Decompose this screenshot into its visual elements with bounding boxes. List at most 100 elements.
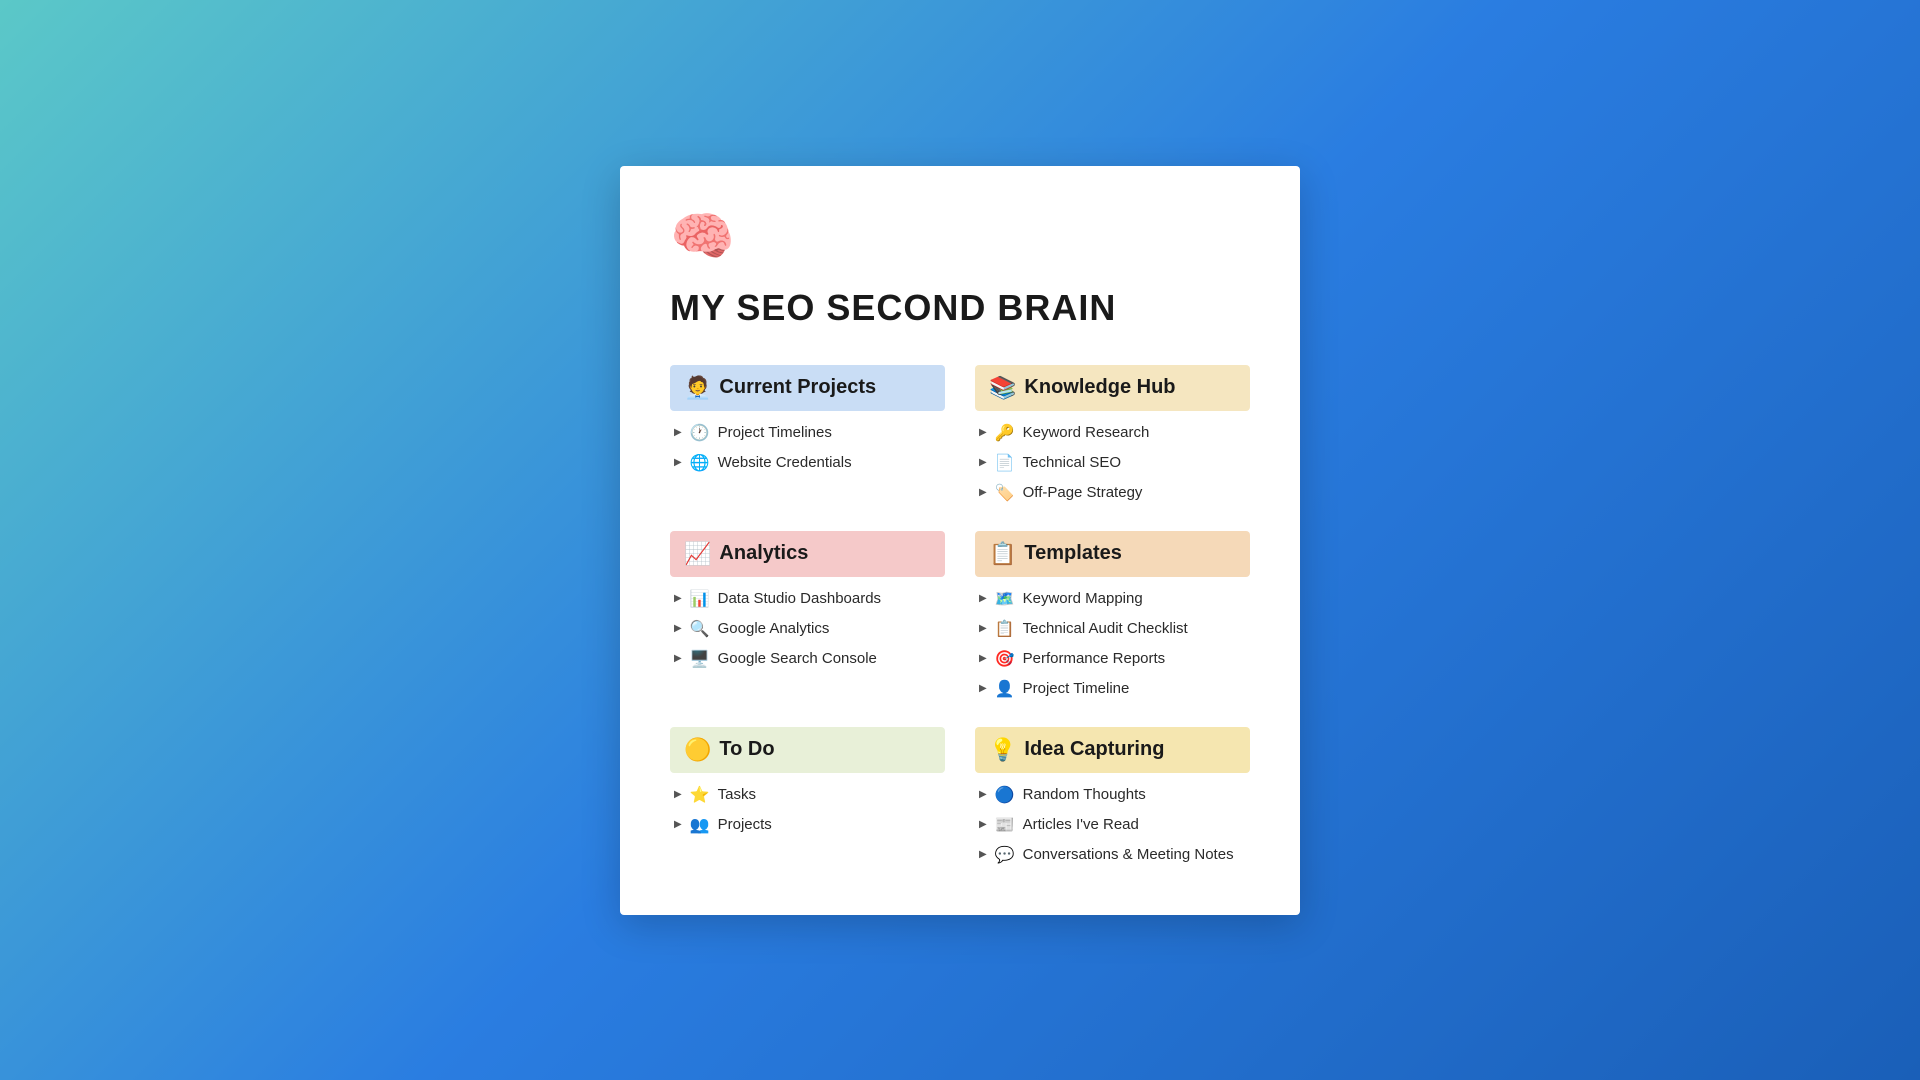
section-label-templates: Templates — [1024, 542, 1121, 565]
item-label: Technical SEO — [1023, 454, 1121, 471]
item-label: Project Timelines — [718, 424, 832, 441]
list-item[interactable]: ▶ 📰 Articles I've Read — [979, 815, 1250, 835]
item-label: Tasks — [718, 786, 756, 803]
item-label: Articles I've Read — [1023, 816, 1139, 833]
item-icon: 🔵 — [995, 785, 1015, 805]
list-item[interactable]: ▶ 📄 Technical SEO — [979, 453, 1250, 473]
list-item[interactable]: ▶ 🔵 Random Thoughts — [979, 785, 1250, 805]
arrow-icon: ▶ — [674, 819, 682, 830]
item-icon: 🌐 — [690, 453, 710, 473]
item-label: Random Thoughts — [1023, 786, 1146, 803]
item-label: Google Search Console — [718, 650, 877, 667]
section-icon-knowledge-hub: 📚 — [989, 375, 1016, 401]
arrow-icon: ▶ — [979, 849, 987, 860]
section-items-todo: ▶ ⭐ Tasks ▶ 👥 Projects — [670, 785, 945, 835]
item-icon: 🔑 — [995, 423, 1015, 443]
item-icon: 🏷️ — [995, 483, 1015, 503]
arrow-icon: ▶ — [674, 789, 682, 800]
list-item[interactable]: ▶ 👤 Project Timeline — [979, 679, 1250, 699]
section-icon-analytics: 📈 — [684, 541, 711, 567]
item-icon: 📰 — [995, 815, 1015, 835]
sections-grid: 🧑‍💼 Current Projects ▶ 🕐 Project Timelines ▶ 🌐… — [670, 365, 1250, 865]
item-icon: 🎯 — [995, 649, 1015, 669]
list-item[interactable]: ▶ 📊 Data Studio Dashboards — [674, 589, 945, 609]
arrow-icon: ▶ — [979, 819, 987, 830]
item-label: Keyword Research — [1023, 424, 1150, 441]
arrow-icon: ▶ — [979, 593, 987, 604]
item-label: Google Analytics — [718, 620, 830, 637]
section-label-knowledge-hub: Knowledge Hub — [1024, 376, 1175, 399]
arrow-icon: ▶ — [979, 427, 987, 438]
section-idea-capturing: 💡 Idea Capturing ▶ 🔵 Random Thoughts ▶ 📰 Articl… — [975, 727, 1250, 865]
list-item[interactable]: ▶ 🔑 Keyword Research — [979, 423, 1250, 443]
list-item[interactable]: ▶ 👥 Projects — [674, 815, 945, 835]
section-analytics: 📈 Analytics ▶ 📊 Data Studio Dashboards ▶ 🔍 Goog… — [670, 531, 945, 699]
item-icon: 🔍 — [690, 619, 710, 639]
list-item[interactable]: ▶ 🎯 Performance Reports — [979, 649, 1250, 669]
item-icon: 📊 — [690, 589, 710, 609]
item-icon: 📄 — [995, 453, 1015, 473]
section-items-templates: ▶ 🗺️ Keyword Mapping ▶ 📋 Technical Audit Chec… — [975, 589, 1250, 699]
section-items-analytics: ▶ 📊 Data Studio Dashboards ▶ 🔍 Google Analyti… — [670, 589, 945, 669]
list-item[interactable]: ▶ 🗺️ Keyword Mapping — [979, 589, 1250, 609]
section-label-todo: To Do — [719, 738, 774, 761]
item-icon: ⭐ — [690, 785, 710, 805]
section-items-current-projects: ▶ 🕐 Project Timelines ▶ 🌐 Website Credentials — [670, 423, 945, 473]
arrow-icon: ▶ — [674, 623, 682, 634]
item-icon: 💬 — [995, 845, 1015, 865]
section-header-todo: 🟡To Do — [670, 727, 945, 773]
section-label-current-projects: Current Projects — [719, 376, 876, 399]
section-label-idea-capturing: Idea Capturing — [1024, 738, 1164, 761]
item-icon: 👥 — [690, 815, 710, 835]
item-label: Conversations & Meeting Notes — [1023, 846, 1234, 863]
brain-icon: 🧠 — [670, 206, 1250, 267]
section-icon-idea-capturing: 💡 — [989, 737, 1016, 763]
section-items-knowledge-hub: ▶ 🔑 Keyword Research ▶ 📄 Technical SEO ▶ 🏷️ Off-… — [975, 423, 1250, 503]
section-knowledge-hub: 📚 Knowledge Hub ▶ 🔑 Keyword Research ▶ 📄 Techni… — [975, 365, 1250, 503]
item-label: Keyword Mapping — [1023, 590, 1143, 607]
item-label: Performance Reports — [1023, 650, 1166, 667]
arrow-icon: ▶ — [979, 457, 987, 468]
item-label: Website Credentials — [718, 454, 852, 471]
item-icon: 📋 — [995, 619, 1015, 639]
list-item[interactable]: ▶ 🏷️ Off-Page Strategy — [979, 483, 1250, 503]
section-templates: 📋 Templates ▶ 🗺️ Keyword Mapping ▶ 📋 Technical … — [975, 531, 1250, 699]
page-title: MY SEO SECOND BRAIN — [670, 287, 1250, 329]
page-container: 🧠 MY SEO SECOND BRAIN 🧑‍💼 Current Project… — [620, 166, 1300, 915]
list-item[interactable]: ▶ 💬 Conversations & Meeting Notes — [979, 845, 1250, 865]
section-label-analytics: Analytics — [719, 542, 808, 565]
arrow-icon: ▶ — [979, 487, 987, 498]
item-icon: 🖥️ — [690, 649, 710, 669]
section-header-current-projects: 🧑‍💼 Current Projects — [670, 365, 945, 411]
arrow-icon: ▶ — [674, 593, 682, 604]
arrow-icon: ▶ — [674, 427, 682, 438]
section-header-knowledge-hub: 📚 Knowledge Hub — [975, 365, 1250, 411]
item-label: Project Timeline — [1023, 680, 1130, 697]
item-label: Off-Page Strategy — [1023, 484, 1143, 501]
arrow-icon: ▶ — [674, 457, 682, 468]
section-todo: 🟡To Do ▶ ⭐ Tasks ▶ 👥 Projects — [670, 727, 945, 865]
list-item[interactable]: ▶ 🕐 Project Timelines — [674, 423, 945, 443]
section-header-templates: 📋 Templates — [975, 531, 1250, 577]
list-item[interactable]: ▶ 🌐 Website Credentials — [674, 453, 945, 473]
section-header-idea-capturing: 💡 Idea Capturing — [975, 727, 1250, 773]
list-item[interactable]: ▶ 📋 Technical Audit Checklist — [979, 619, 1250, 639]
item-label: Data Studio Dashboards — [718, 590, 881, 607]
item-icon: 🕐 — [690, 423, 710, 443]
arrow-icon: ▶ — [979, 789, 987, 800]
arrow-icon: ▶ — [979, 683, 987, 694]
list-item[interactable]: ▶ 🖥️ Google Search Console — [674, 649, 945, 669]
section-icon-templates: 📋 — [989, 541, 1016, 567]
section-icon-current-projects: 🧑‍💼 — [684, 375, 711, 401]
arrow-icon: ▶ — [979, 653, 987, 664]
arrow-icon: ▶ — [979, 623, 987, 634]
list-item[interactable]: ▶ ⭐ Tasks — [674, 785, 945, 805]
section-current-projects: 🧑‍💼 Current Projects ▶ 🕐 Project Timelines ▶ 🌐… — [670, 365, 945, 503]
item-icon: 👤 — [995, 679, 1015, 699]
item-icon: 🗺️ — [995, 589, 1015, 609]
item-label: Technical Audit Checklist — [1023, 620, 1188, 637]
item-label: Projects — [718, 816, 772, 833]
section-header-analytics: 📈 Analytics — [670, 531, 945, 577]
list-item[interactable]: ▶ 🔍 Google Analytics — [674, 619, 945, 639]
arrow-icon: ▶ — [674, 653, 682, 664]
